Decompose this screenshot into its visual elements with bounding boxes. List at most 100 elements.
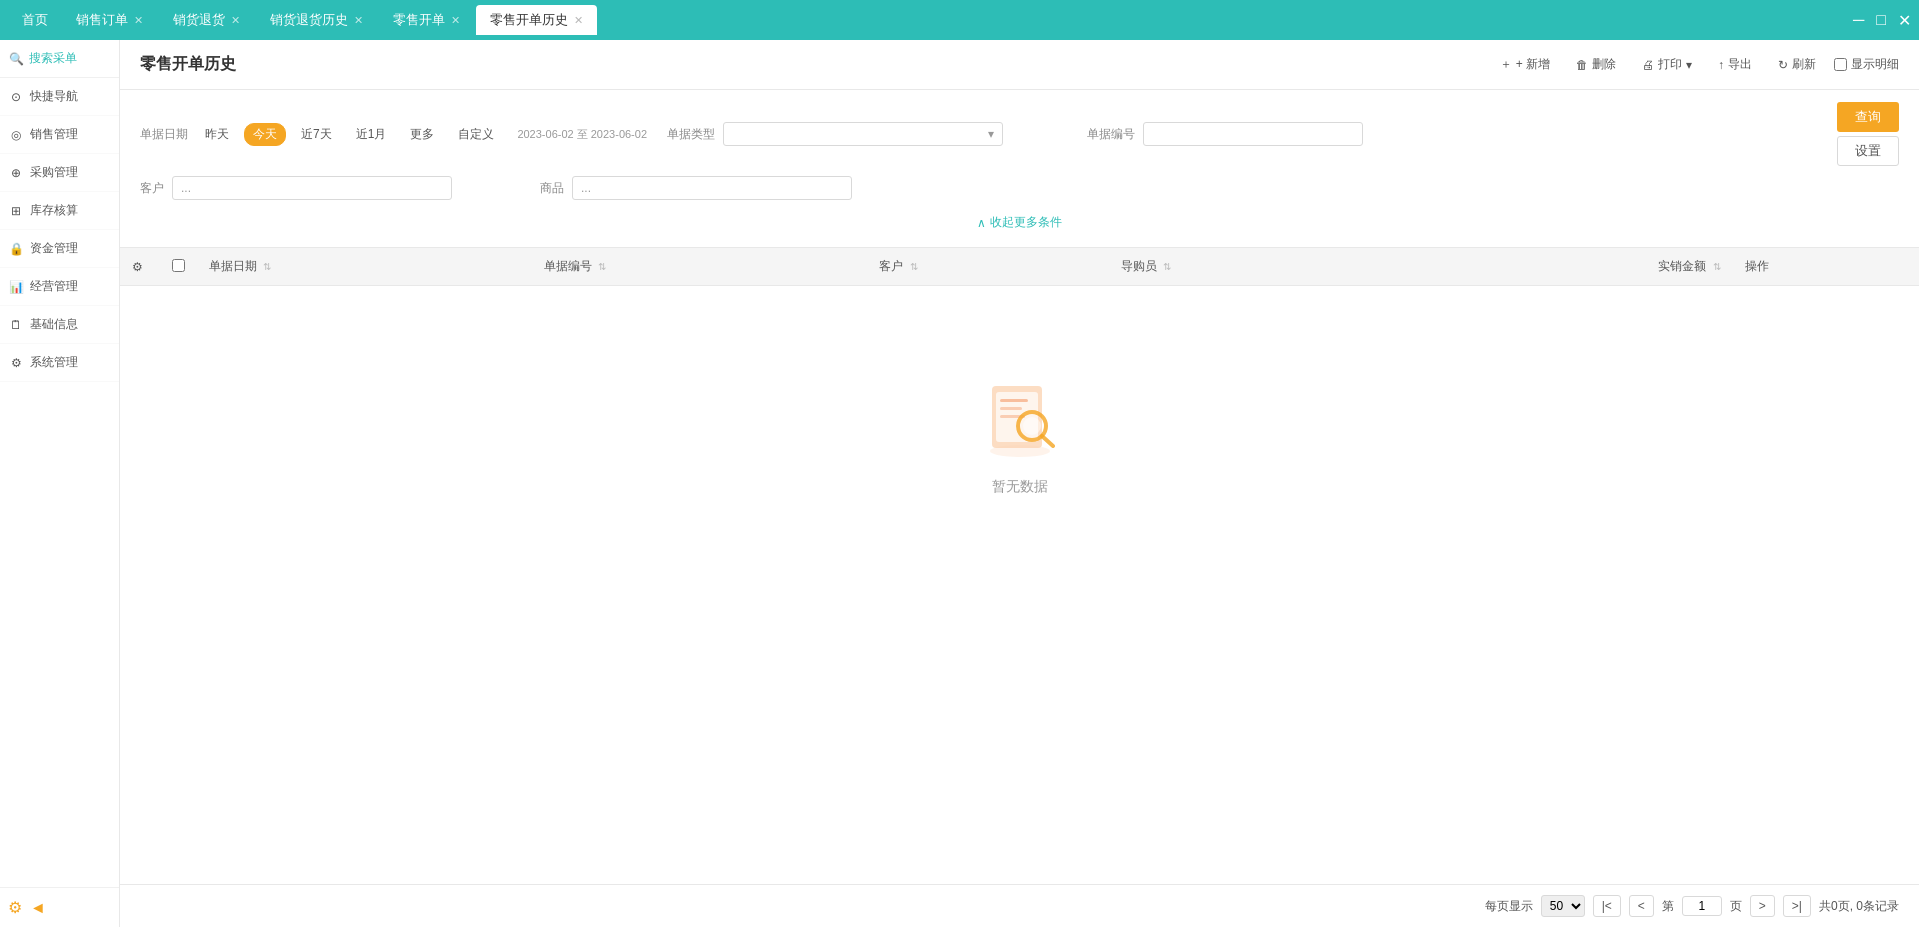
svg-point-7 — [1023, 417, 1041, 435]
sort-guide-icon: ⇅ — [1163, 261, 1171, 272]
close-window-icon[interactable]: ✕ — [1898, 11, 1911, 30]
tab-home[interactable]: 首页 — [8, 5, 62, 35]
svg-rect-4 — [1000, 407, 1022, 410]
settings-button[interactable]: 设置 — [1837, 136, 1899, 166]
sort-amount-icon: ⇅ — [1713, 261, 1721, 272]
th-check[interactable] — [160, 248, 197, 286]
next-page-button[interactable]: > — [1750, 895, 1775, 917]
refresh-button[interactable]: ↻ 刷新 — [1770, 52, 1824, 77]
date-btn-today[interactable]: 今天 — [244, 123, 286, 146]
main-layout: 🔍 搜索采单 ⊙ 快捷导航 ◎ 销售管理 ⊕ 采购管理 ⊞ 库存核算 🔒 资金管… — [0, 40, 1919, 927]
date-btn-1month[interactable]: 近1月 — [347, 123, 396, 146]
display-detail-checkbox[interactable] — [1834, 58, 1847, 71]
empty-illustration — [970, 366, 1070, 466]
tab-close-sales-return[interactable]: ✕ — [231, 14, 240, 27]
product-filter-label: 商品 — [540, 180, 564, 197]
tab-close-retail-open[interactable]: ✕ — [451, 14, 460, 27]
header-actions: ＋ + 新增 🗑 删除 🖨 打印 ▾ ↑ 导出 ↻ — [1492, 52, 1899, 77]
add-button[interactable]: ＋ + 新增 — [1492, 52, 1558, 77]
tab-sales-order[interactable]: 销售订单 ✕ — [62, 5, 157, 35]
th-guide[interactable]: 导购员 ⇅ — [1109, 248, 1398, 286]
sidebar-item-sales-mgmt[interactable]: ◎ 销售管理 — [0, 116, 119, 154]
export-button[interactable]: ↑ 导出 — [1710, 52, 1760, 77]
doc-type-select[interactable]: ▾ — [723, 122, 1003, 146]
filter-dates: 昨天 今天 近7天 近1月 更多 自定义 — [196, 123, 503, 146]
total-info: 共0页, 0条记录 — [1819, 898, 1899, 915]
query-button[interactable]: 查询 — [1837, 102, 1899, 132]
th-date[interactable]: 单据日期 ⇅ — [197, 248, 532, 286]
tab-close-sales-return-history[interactable]: ✕ — [354, 14, 363, 27]
sidebar-item-quick-nav[interactable]: ⊙ 快捷导航 — [0, 78, 119, 116]
system-icon: ⚙ — [8, 355, 24, 371]
date-btn-yesterday[interactable]: 昨天 — [196, 123, 238, 146]
sidebar-item-system[interactable]: ⚙ 系统管理 — [0, 344, 119, 382]
sidebar-item-basic-info[interactable]: 🗒 基础信息 — [0, 306, 119, 344]
sidebar: 🔍 搜索采单 ⊙ 快捷导航 ◎ 销售管理 ⊕ 采购管理 ⊞ 库存核算 🔒 资金管… — [0, 40, 120, 927]
top-tab-bar: 首页 销售订单 ✕ 销货退货 ✕ 销货退货历史 ✕ 零售开单 ✕ 零售开单历史 … — [0, 0, 1919, 40]
page-label: 第 — [1662, 898, 1674, 915]
tab-retail-open-history[interactable]: 零售开单历史 ✕ — [476, 5, 597, 35]
date-btn-more[interactable]: 更多 — [401, 123, 443, 146]
delete-button[interactable]: 🗑 删除 — [1568, 52, 1624, 77]
per-page-label: 每页显示 — [1485, 898, 1533, 915]
th-action: 操作 — [1733, 248, 1919, 286]
customer-select[interactable]: ... — [172, 176, 452, 200]
print-button[interactable]: 🖨 打印 ▾ — [1634, 52, 1700, 77]
date-btn-custom[interactable]: 自定义 — [449, 123, 503, 146]
product-select[interactable]: ... — [572, 176, 852, 200]
tab-sales-return[interactable]: 销货退货 ✕ — [159, 5, 254, 35]
last-page-button[interactable]: >| — [1783, 895, 1811, 917]
filter-row-1: 单据日期 昨天 今天 近7天 近1月 更多 自定义 2023-06-02 至 2… — [140, 102, 1899, 166]
filter-section: 单据日期 昨天 今天 近7天 近1月 更多 自定义 2023-06-02 至 2… — [120, 90, 1919, 248]
table-header-row: ⚙ 单据日期 ⇅ 单据编号 ⇅ 客户 ⇅ — [120, 248, 1919, 286]
basic-info-icon: 🗒 — [8, 317, 24, 333]
doc-type-dropdown-icon: ▾ — [988, 127, 994, 141]
doc-number-input[interactable] — [1143, 122, 1363, 146]
sidebar-item-business[interactable]: 📊 经营管理 — [0, 268, 119, 306]
th-customer[interactable]: 客户 ⇅ — [867, 248, 1109, 286]
tab-close-retail-open-history[interactable]: ✕ — [574, 14, 583, 27]
tab-close-sales-order[interactable]: ✕ — [134, 14, 143, 27]
sidebar-bottom: ⚙ ◄ — [0, 887, 119, 927]
tab-sales-return-history[interactable]: 销货退货历史 ✕ — [256, 5, 377, 35]
page-title: 零售开单历史 — [140, 54, 236, 75]
date-btn-7days[interactable]: 近7天 — [292, 123, 341, 146]
th-amount[interactable]: 实销金额 ⇅ — [1398, 248, 1733, 286]
sort-customer-icon: ⇅ — [910, 261, 918, 272]
collapse-sidebar-icon[interactable]: ◄ — [30, 899, 46, 917]
select-all-checkbox[interactable] — [172, 259, 185, 272]
sidebar-search[interactable]: 🔍 搜索采单 — [0, 40, 119, 78]
sort-date-icon: ⇅ — [263, 261, 271, 272]
page-header: 零售开单历史 ＋ + 新增 🗑 删除 🖨 打印 ▾ ↑ 导出 — [120, 40, 1919, 90]
collapse-icon: ∧ — [977, 216, 986, 230]
minimize-icon[interactable]: ─ — [1853, 11, 1864, 29]
print-icon: 🖨 — [1642, 58, 1654, 72]
refresh-icon: ↻ — [1778, 58, 1788, 72]
sales-mgmt-icon: ◎ — [8, 127, 24, 143]
per-page-select[interactable]: 50 — [1541, 895, 1585, 917]
svg-line-8 — [1042, 436, 1053, 446]
sidebar-item-inventory[interactable]: ⊞ 库存核算 — [0, 192, 119, 230]
data-table: ⚙ 单据日期 ⇅ 单据编号 ⇅ 客户 ⇅ — [120, 248, 1919, 576]
th-settings[interactable]: ⚙ — [120, 248, 160, 286]
sidebar-item-finance[interactable]: 🔒 资金管理 — [0, 230, 119, 268]
collapse-bar[interactable]: ∧ 收起更多条件 — [140, 210, 1899, 235]
customer-filter-label: 客户 — [140, 180, 164, 197]
filter-row-2: 客户 ... 商品 ... — [140, 176, 1899, 200]
content-area: 零售开单历史 ＋ + 新增 🗑 删除 🖨 打印 ▾ ↑ 导出 — [120, 40, 1919, 927]
delete-icon: 🗑 — [1576, 58, 1588, 72]
sort-number-icon: ⇅ — [598, 261, 606, 272]
display-detail-toggle[interactable]: 显示明细 — [1834, 56, 1899, 73]
maximize-icon[interactable]: □ — [1876, 11, 1886, 29]
settings-bottom-icon[interactable]: ⚙ — [8, 898, 22, 917]
sidebar-item-purchase-mgmt[interactable]: ⊕ 采购管理 — [0, 154, 119, 192]
export-icon: ↑ — [1718, 58, 1724, 72]
doc-type-label: 单据类型 — [667, 126, 715, 143]
top-right-icons: ─ □ ✕ — [1853, 11, 1911, 30]
tab-retail-open[interactable]: 零售开单 ✕ — [379, 5, 474, 35]
finance-icon: 🔒 — [8, 241, 24, 257]
page-number-input[interactable] — [1682, 896, 1722, 916]
prev-page-button[interactable]: < — [1629, 895, 1654, 917]
first-page-button[interactable]: |< — [1593, 895, 1621, 917]
th-number[interactable]: 单据编号 ⇅ — [532, 248, 867, 286]
